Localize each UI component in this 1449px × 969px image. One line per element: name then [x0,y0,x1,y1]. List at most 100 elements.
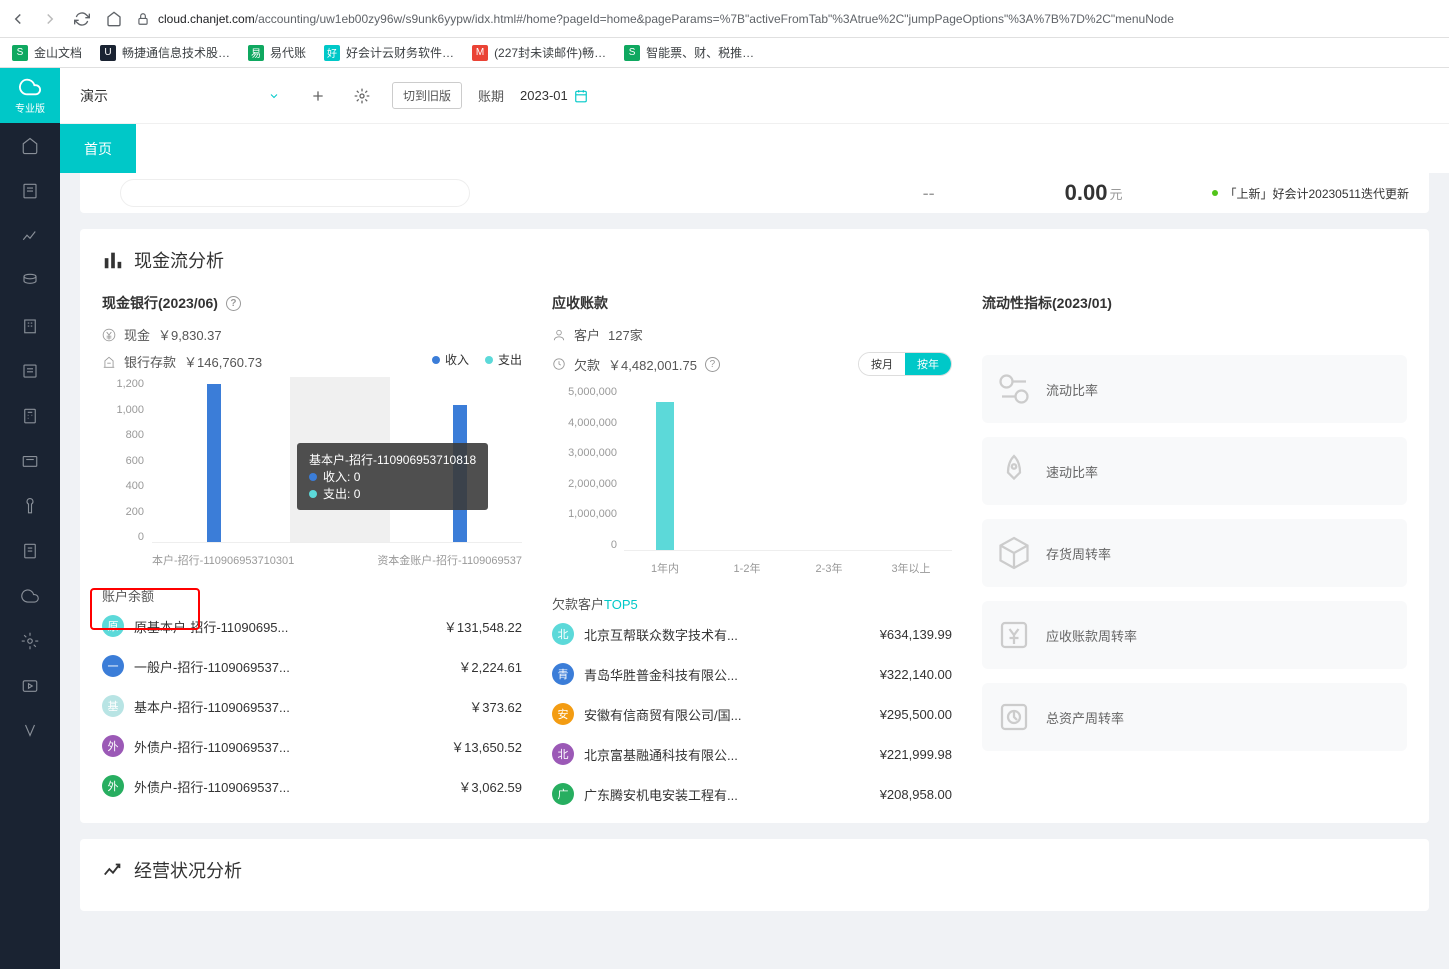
cloud-icon [19,76,41,98]
sidebar-chart[interactable] [0,213,60,258]
row-icon: 原 [102,615,124,637]
bookmark-favicon: S [624,45,640,61]
period-label: 账期 [478,86,504,105]
balance-row[interactable]: 外 外债户-招行-1109069537... ￥13,650.52 [102,735,522,757]
indicator-current-ratio[interactable]: 流动比率 [982,355,1407,423]
url-domain: cloud.chanjet.com [158,12,255,26]
chart-tooltip: 基本户-招行-110906953710818 收入: 0 支出: 0 [297,443,488,510]
bookmark-item[interactable]: S金山文档 [12,44,82,61]
row-icon: 北 [552,743,574,765]
balance-list: 原 原基本户-招行-11090695... ￥131,548.22 一 一般户-… [102,615,522,797]
user-icon [552,328,566,342]
sidebar-tool[interactable] [0,483,60,528]
add-button[interactable] [304,82,332,110]
browser-reload-button[interactable] [72,9,92,29]
bookmark-favicon: S [12,45,28,61]
bank-icon [102,355,116,369]
toggle-year[interactable]: 按年 [905,353,951,375]
sidebar-video[interactable] [0,663,60,708]
help-icon[interactable]: ? [226,296,241,311]
chart-y-axis: 1,200 1,000 800 600 400 200 0 [102,378,144,543]
bookmark-item[interactable]: S智能票、财、税推… [624,44,754,61]
sidebar-building[interactable] [0,303,60,348]
settings-button[interactable] [348,82,376,110]
clock-icon [552,357,566,371]
indicator-inventory-turnover[interactable]: 存货周转率 [982,519,1407,587]
indicator-asset-turnover[interactable]: 总资产周转率 [982,683,1407,751]
receivables-chart[interactable]: 5,000,000 4,000,000 3,000,000 2,000,000 … [552,386,952,576]
sidebar-v[interactable] [0,708,60,753]
organization-selector[interactable]: 演示 [72,86,288,106]
liquidity-title: 流动性指标(2023/01) [982,293,1407,313]
debtor-row[interactable]: 北 北京互帮联众数字技术有... ¥634,139.99 [552,623,952,645]
period-picker[interactable]: 2023-01 [520,88,588,103]
help-icon[interactable]: ? [705,357,720,372]
sidebar-home[interactable] [0,123,60,168]
balance-title: 账户余额 [102,586,522,605]
bookmark-item[interactable]: 易易代账 [248,44,306,61]
row-icon: 外 [102,775,124,797]
chevron-down-icon [268,90,280,102]
row-icon: 外 [102,735,124,757]
yen-cycle-icon [996,617,1032,653]
bookmark-item[interactable]: 好好会计云财务软件… [324,44,454,61]
browser-back-button[interactable] [8,9,28,29]
browser-forward-button[interactable] [40,9,60,29]
news-dot-icon [1212,190,1218,196]
sidebar-money[interactable] [0,258,60,303]
sidebar-list[interactable] [0,348,60,393]
balance-row[interactable]: 原 原基本户-招行-11090695... ￥131,548.22 [102,615,522,637]
old-version-button[interactable]: 切到旧版 [392,82,462,109]
row-icon: 北 [552,623,574,645]
indicator-quick-ratio[interactable]: 速动比率 [982,437,1407,505]
operations-section: 经营状况分析 [80,839,1429,911]
row-icon: 青 [552,663,574,685]
bookmark-favicon: 好 [324,45,340,61]
sidebar-settings[interactable] [0,618,60,663]
sidebar-calculator[interactable] [0,393,60,438]
ratio-icon [996,371,1032,407]
bookmark-item[interactable]: U畅捷通信息技术股… [100,44,230,61]
row-icon: 基 [102,695,124,717]
bookmark-favicon: 易 [248,45,264,61]
main-content: -- 0.00 元 「上新」好会计20230511迭代更新 现金流分析 [60,173,1449,969]
balance-row[interactable]: 基 基本户-招行-1109069537... ￥373.62 [102,695,522,717]
chart-x-axis: 本户-招行-110906953710301 资本金账户-招行-110906953… [152,552,522,568]
cashflow-section: 现金流分析 现金银行(2023/06) ? 现金 ￥9,830.37 [80,229,1429,823]
debtor-row[interactable]: 北 北京富基融通科技有限公... ¥221,999.98 [552,743,952,765]
cash-bank-chart[interactable]: 1,200 1,000 800 600 400 200 0 [102,378,522,568]
app-logo[interactable]: 专业版 [0,68,60,123]
debtor-list: 北 北京互帮联众数字技术有... ¥634,139.99 青 青岛华胜普金科技有… [552,623,952,805]
sidebar-folder[interactable] [0,438,60,483]
sidebar-document[interactable] [0,528,60,573]
tab-home[interactable]: 首页 [60,124,136,173]
section-title-cashflow: 现金流分析 [102,247,1407,273]
bookmark-item[interactable]: M(227封未读邮件)畅… [472,44,606,61]
cycle-icon [996,699,1032,735]
sidebar-cloud[interactable] [0,573,60,618]
news-item[interactable]: 「上新」好会计20230511迭代更新 [1212,185,1409,202]
tab-bar: 首页 [60,123,1449,173]
sidebar-invoice[interactable] [0,168,60,213]
debtor-row[interactable]: 安 安徽有信商贸有限公司/国... ¥295,500.00 [552,703,952,725]
indicator-receivables-turnover[interactable]: 应收账款周转率 [982,601,1407,669]
toggle-month[interactable]: 按月 [859,353,905,375]
amount-zero: 0.00 [1065,180,1108,206]
url-path: /accounting/uw1eb00zy96w/s9unk6yypw/idx.… [255,12,1174,26]
search-pill[interactable] [120,179,470,207]
debtor-row[interactable]: 青 青岛华胜普金科技有限公... ¥322,140.00 [552,663,952,685]
period-toggle: 按月 按年 [858,352,952,376]
cash-stat: 现金 ￥9,830.37 [102,325,522,344]
debtor-row[interactable]: 广 广东腾安机电安装工程有... ¥208,958.00 [552,783,952,805]
cash-bank-title: 现金银行(2023/06) ? [102,293,522,313]
section-title-operations: 经营状况分析 [102,857,1407,883]
calendar-icon [574,89,588,103]
url-bar[interactable]: cloud.chanjet.com/accounting/uw1eb00zy96… [136,12,1441,26]
balance-row[interactable]: 外 外债户-招行-1109069537... ￥3,062.59 [102,775,522,797]
trend-icon [102,859,124,881]
balance-row[interactable]: 一 一般户-招行-1109069537... ￥2,224.61 [102,655,522,677]
browser-home-button[interactable] [104,9,124,29]
top-bar: 演示 切到旧版 账期 2023-01 [60,68,1449,123]
bar-chart-icon [102,249,124,271]
row-icon: 一 [102,655,124,677]
